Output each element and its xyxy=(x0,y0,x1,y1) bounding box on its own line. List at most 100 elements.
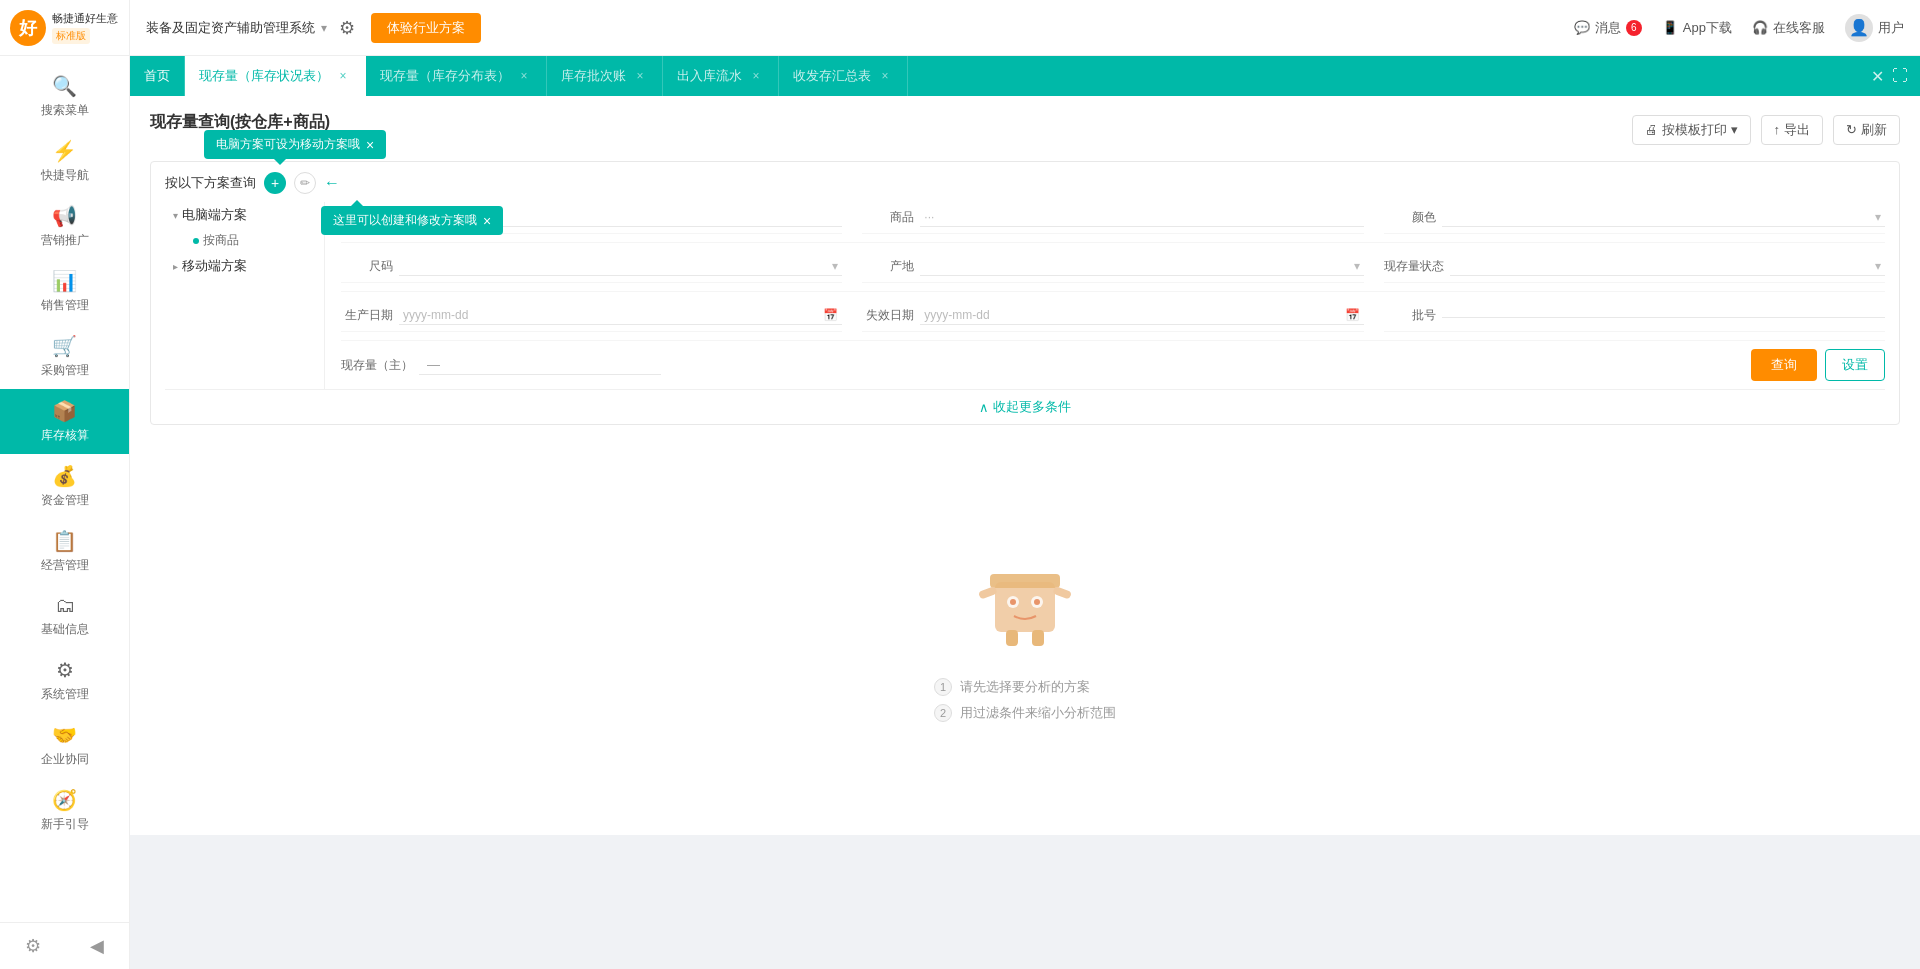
sidebar-item-inventory[interactable]: 📦 库存核算 xyxy=(0,389,129,454)
sidebar-item-basic[interactable]: 🗂 基础信息 xyxy=(0,584,129,648)
filter-size: 尺码 ▾ xyxy=(341,251,842,283)
chevron-up-icon: ∧ xyxy=(979,400,989,415)
tooltip-scheme-mobile: 电脑方案可设为移动方案哦 × xyxy=(204,130,386,159)
tab-close-batch-ledger[interactable]: × xyxy=(632,68,648,84)
batch-no-input[interactable] xyxy=(1442,313,1885,318)
filter-stock-status: 现存量状态 ▾ xyxy=(1384,251,1885,283)
stock-qty-input[interactable]: — xyxy=(419,355,661,375)
sidebar-item-label: 系统管理 xyxy=(41,686,89,703)
goods-label: 商品 xyxy=(862,209,914,226)
sidebar-item-operations[interactable]: 📋 经营管理 xyxy=(0,519,129,584)
sidebar-item-enterprise[interactable]: 🤝 企业协同 xyxy=(0,713,129,778)
goods-input[interactable]: ··· xyxy=(920,208,1363,227)
svg-rect-9 xyxy=(1032,630,1044,646)
tab-in-out-flow-label: 出入库流水 xyxy=(677,67,742,85)
sidebar-item-guide[interactable]: 🧭 新手引导 xyxy=(0,778,129,843)
inventory-icon: 📦 xyxy=(52,399,77,423)
size-arrow-icon: ▾ xyxy=(832,259,838,273)
tooltip-text: 电脑方案可设为移动方案哦 xyxy=(216,136,360,153)
tabbar-close-all-icon[interactable]: ✕ xyxy=(1871,67,1884,86)
sidebar-bottom: ⚙ ◀ xyxy=(0,922,129,969)
scheme-by-goods[interactable]: 按商品 xyxy=(185,228,314,253)
main-content: 现存量查询(按仓库+商品) 🖨 按模板打印 ▾ ↑ 导出 ↻ 刷新 xyxy=(130,96,1920,969)
filter-row-1: 仓库 ··· 商品 ··· 颜色 xyxy=(341,202,1885,243)
tab-close-in-out-flow[interactable]: × xyxy=(748,68,764,84)
tabbar: 首页 现存量（库存状况表） × 现存量（库存分布表） × 库存批次账 × 出入库… xyxy=(130,56,1920,96)
sales-icon: 📊 xyxy=(52,269,77,293)
tab-inventory-dist[interactable]: 现存量（库存分布表） × xyxy=(366,56,547,96)
page-actions: 🖨 按模板打印 ▾ ↑ 导出 ↻ 刷新 xyxy=(1632,115,1901,145)
collapse-sidebar-btn[interactable]: ◀ xyxy=(90,935,104,957)
basic-icon: 🗂 xyxy=(55,594,75,617)
origin-label: 产地 xyxy=(862,258,914,275)
user-menu[interactable]: 👤 用户 xyxy=(1845,14,1904,42)
sidebar-item-label: 营销推广 xyxy=(41,232,89,249)
content-area: 现存量查询(按仓库+商品) 🖨 按模板打印 ▾ ↑ 导出 ↻ 刷新 xyxy=(130,96,1920,835)
empty-illustration xyxy=(970,542,1080,652)
empty-text: 1 请先选择要分析的方案 2 用过滤条件来缩小分析范围 xyxy=(934,672,1116,728)
batch-no-label: 批号 xyxy=(1384,307,1436,324)
scheme-mobile[interactable]: ▸ 移动端方案 xyxy=(165,253,314,279)
sidebar-item-quick[interactable]: ⚡ 快捷导航 xyxy=(0,129,129,194)
guide-icon: 🧭 xyxy=(52,788,77,812)
finance-icon: 💰 xyxy=(52,464,77,488)
refresh-button[interactable]: ↻ 刷新 xyxy=(1833,115,1900,145)
header-left: 装备及固定资产辅助管理系统 ▾ ⚙ 体验行业方案 xyxy=(146,13,481,43)
sidebar-item-label: 企业协同 xyxy=(41,751,89,768)
expire-date-input[interactable]: yyyy-mm-dd 📅 xyxy=(920,306,1363,325)
tab-inventory-status[interactable]: 现存量（库存状况表） × xyxy=(185,56,366,96)
sidebar-item-marketing[interactable]: 📢 营销推广 xyxy=(0,194,129,259)
tabbar-fullscreen-icon[interactable]: ⛶ xyxy=(1892,67,1908,85)
export-button[interactable]: ↑ 导出 xyxy=(1761,115,1824,145)
tab-close-collect-summary[interactable]: × xyxy=(877,68,893,84)
filter-color: 颜色 ▾ xyxy=(1384,202,1885,234)
system-arrow-icon: ▾ xyxy=(321,21,327,35)
print-button[interactable]: 🖨 按模板打印 ▾ xyxy=(1632,115,1751,145)
edit-scheme-button[interactable]: ✏ xyxy=(294,172,316,194)
tab-close-inventory-dist[interactable]: × xyxy=(516,68,532,84)
sidebar-item-label: 新手引导 xyxy=(41,816,89,833)
empty-state: 1 请先选择要分析的方案 2 用过滤条件来缩小分析范围 xyxy=(934,542,1116,728)
settings-bottom-btn[interactable]: ⚙ xyxy=(25,935,41,957)
filter-left-arrow-icon[interactable]: ← xyxy=(324,174,340,192)
online-service-button[interactable]: 🎧 在线客服 xyxy=(1752,19,1825,37)
step-2-text: 用过滤条件来缩小分析范围 xyxy=(960,704,1116,722)
messages-button[interactable]: 💬 消息 6 xyxy=(1574,19,1642,37)
tab-home-label: 首页 xyxy=(144,67,170,85)
tab-in-out-flow[interactable]: 出入库流水 × xyxy=(663,56,779,96)
scheme-desktop[interactable]: ▾ 电脑端方案 xyxy=(165,202,314,228)
sidebar-item-search[interactable]: 🔍 搜索菜单 xyxy=(0,64,129,129)
sidebar-item-finance[interactable]: 💰 资金管理 xyxy=(0,454,129,519)
step-1-text: 请先选择要分析的方案 xyxy=(960,678,1090,696)
app-download-button[interactable]: 📱 App下载 xyxy=(1662,19,1732,37)
reset-button[interactable]: 设置 xyxy=(1825,349,1885,381)
tooltip-close-2[interactable]: × xyxy=(483,213,491,229)
color-select[interactable]: ▾ xyxy=(1442,208,1885,227)
produce-date-input[interactable]: yyyy-mm-dd 📅 xyxy=(399,306,842,325)
origin-select[interactable]: ▾ xyxy=(920,257,1363,276)
settings-gear-icon[interactable]: ⚙ xyxy=(339,17,355,39)
tab-home[interactable]: 首页 xyxy=(130,56,185,96)
system-selector[interactable]: 装备及固定资产辅助管理系统 ▾ xyxy=(146,19,327,37)
sidebar-item-label: 快捷导航 xyxy=(41,167,89,184)
svg-point-4 xyxy=(1010,599,1016,605)
size-select[interactable]: ▾ xyxy=(399,257,842,276)
add-scheme-button[interactable]: + xyxy=(264,172,286,194)
sidebar-item-label: 采购管理 xyxy=(41,362,89,379)
trial-button[interactable]: 体验行业方案 xyxy=(371,13,481,43)
stock-status-select[interactable]: ▾ xyxy=(1450,257,1885,276)
tab-batch-ledger[interactable]: 库存批次账 × xyxy=(547,56,663,96)
sidebar-item-sales[interactable]: 📊 销售管理 xyxy=(0,259,129,324)
collapse-bar[interactable]: ∧ 收起更多条件 xyxy=(165,389,1885,424)
filter-row-3: 生产日期 yyyy-mm-dd 📅 失效日期 yyyy-mm-dd 📅 xyxy=(341,292,1885,341)
print-arrow-icon: ▾ xyxy=(1731,122,1738,137)
tab-collect-summary[interactable]: 收发存汇总表 × xyxy=(779,56,908,96)
query-button[interactable]: 查询 xyxy=(1751,349,1817,381)
scheme-tree: ▾ 电脑端方案 按商品 ▸ 移动端方案 xyxy=(165,202,325,389)
tab-close-inventory-status[interactable]: × xyxy=(335,68,351,84)
sidebar-item-system[interactable]: ⚙ 系统管理 xyxy=(0,648,129,713)
msg-label: 消息 xyxy=(1595,19,1621,37)
tooltip-close-1[interactable]: × xyxy=(366,137,374,153)
sidebar-item-purchase[interactable]: 🛒 采购管理 xyxy=(0,324,129,389)
collapse-label: 收起更多条件 xyxy=(993,398,1071,416)
